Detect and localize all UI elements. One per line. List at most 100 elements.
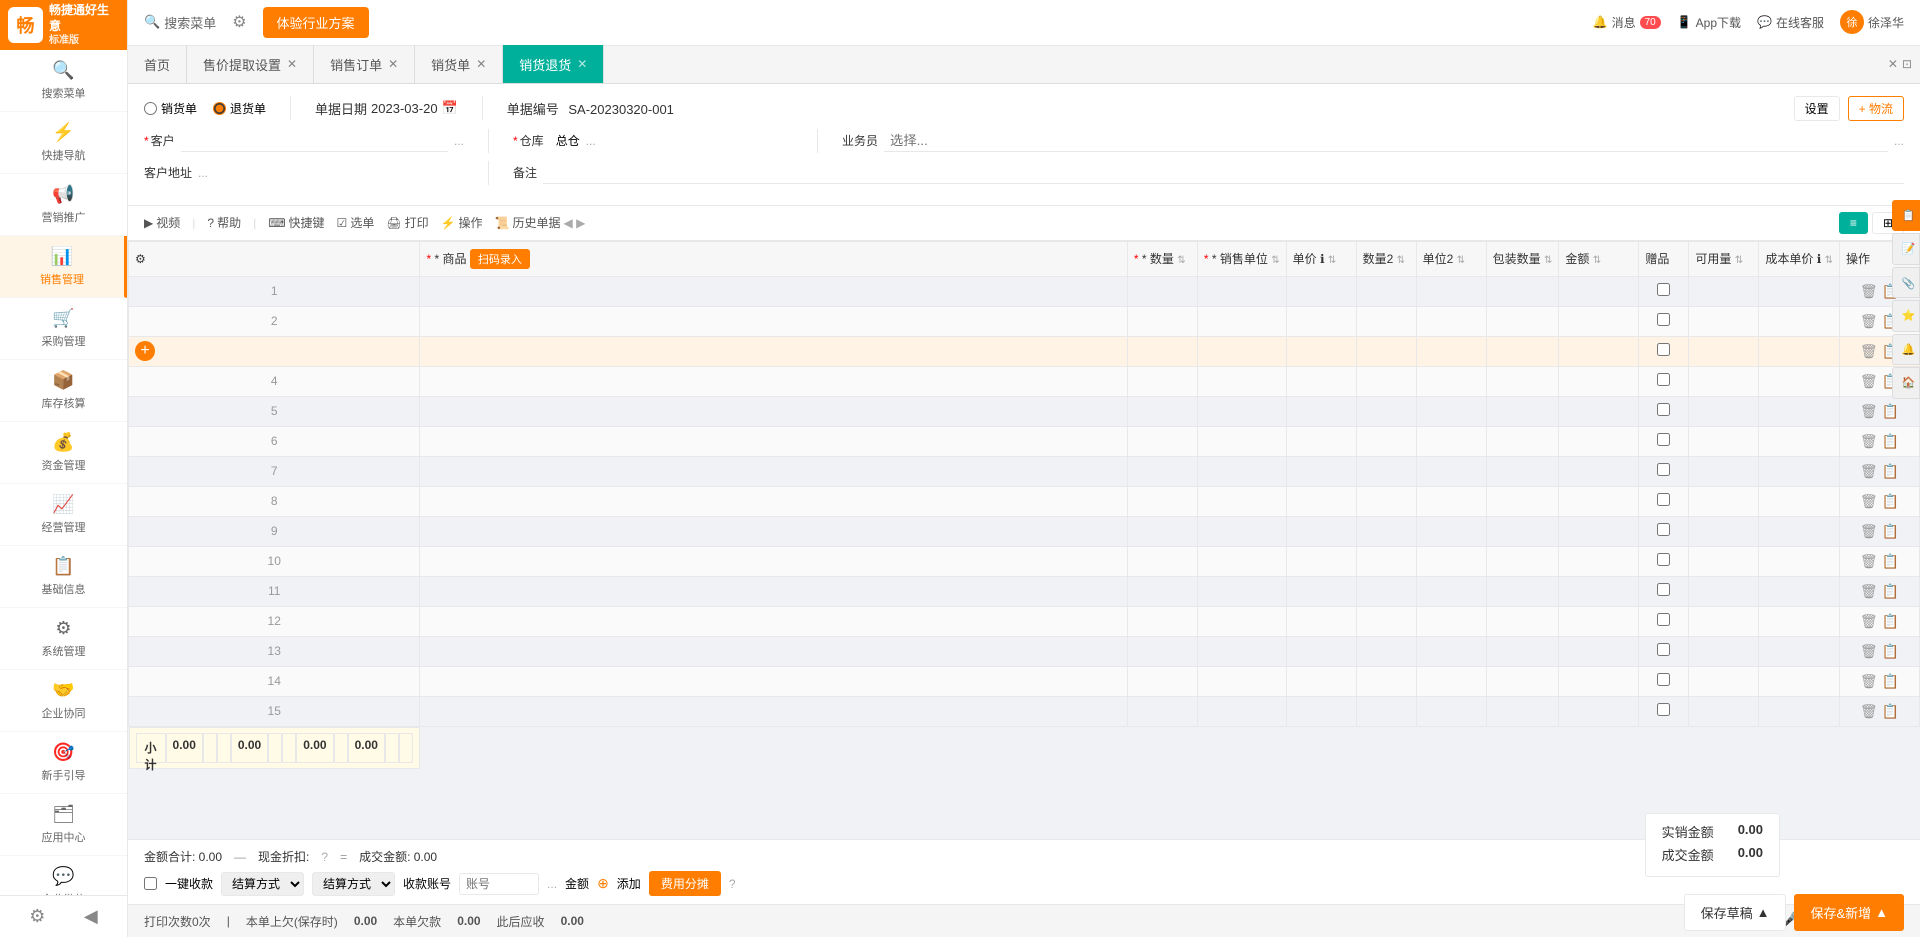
product-cell-12[interactable] [420,606,1127,636]
th-price[interactable]: 单价 ℹ ⇅ [1286,241,1356,276]
sidebar-item-sales[interactable]: 📊 销售管理 [0,236,127,298]
delete-row-btn-2[interactable]: 🗑 [1860,313,1878,330]
qty-cell-3[interactable] [1127,336,1197,366]
sidebar-item-enterprise[interactable]: 🤝 企业协同 [0,670,127,732]
cost-cell-9[interactable] [1759,516,1840,546]
app-download-btn[interactable]: 📱 App下载 [1677,14,1741,31]
qty-cell-1[interactable] [1127,276,1197,306]
side-action-4[interactable]: ⭐ [1892,300,1920,331]
available-cell-6[interactable] [1689,426,1759,456]
product-cell-4[interactable] [420,366,1127,396]
qty2-cell-14[interactable] [1356,666,1416,696]
delete-row-btn-11[interactable]: 🗑 [1860,583,1878,600]
available-cell-14[interactable] [1689,666,1759,696]
price-cell-8[interactable] [1286,486,1356,516]
pack-cell-3[interactable] [1486,336,1559,366]
available-cell-3[interactable] [1689,336,1759,366]
cost-cell-1[interactable] [1759,276,1840,306]
delete-row-btn-10[interactable]: 🗑 [1860,553,1878,570]
price-cell-13[interactable] [1286,636,1356,666]
note-input[interactable] [543,162,1904,184]
shortcut-btn[interactable]: ⌨ 快捷键 [268,214,324,231]
pack-cell-8[interactable] [1486,486,1559,516]
th-cost[interactable]: 成本单价 ℹ ⇅ [1759,241,1840,276]
cost-cell-6[interactable] [1759,426,1840,456]
qty2-cell-15[interactable] [1356,696,1416,726]
qty-cell-14[interactable] [1127,666,1197,696]
available-cell-1[interactable] [1689,276,1759,306]
pack-cell-15[interactable] [1486,696,1559,726]
copy-row-btn-12[interactable]: 📋 [1882,613,1899,630]
unit-cell-15[interactable] [1197,696,1286,726]
unit2-cell-12[interactable] [1416,606,1486,636]
pack-cell-6[interactable] [1486,426,1559,456]
product-cell-7[interactable] [420,456,1127,486]
side-action-6[interactable]: 🏠 [1892,367,1920,398]
amount-cell-9[interactable] [1559,516,1639,546]
unit2-cell-6[interactable] [1416,426,1486,456]
question-icon[interactable]: ? [321,850,328,864]
unit2-cell-10[interactable] [1416,546,1486,576]
qty2-cell-7[interactable] [1356,456,1416,486]
qty2-cell-10[interactable] [1356,546,1416,576]
unit-cell-10[interactable] [1197,546,1286,576]
sidebar-item-system[interactable]: ⚙ 系统管理 [0,608,127,670]
tab-sales-order[interactable]: 销售订单✕ [314,45,415,83]
unit2-cell-15[interactable] [1416,696,1486,726]
save-draft-btn[interactable]: 保存草稿 ▲ [1684,894,1787,931]
th-unit2[interactable]: 单位2 ⇅ [1416,241,1486,276]
unit-cell-4[interactable] [1197,366,1286,396]
product-cell-3[interactable] [420,336,1127,366]
pack-cell-10[interactable] [1486,546,1559,576]
pack-cell-2[interactable] [1486,306,1559,336]
address-dots[interactable]: ... [198,166,208,180]
price-cell-3[interactable] [1286,336,1356,366]
unit-cell-11[interactable] [1197,576,1286,606]
amount-cell-8[interactable] [1559,486,1639,516]
history-btn[interactable]: 📜 历史单据 ◀ ▶ [495,214,586,231]
add-icon[interactable]: ⊕ [597,875,609,892]
copy-row-btn-11[interactable]: 📋 [1882,583,1899,600]
settings-form-btn[interactable]: 设置 [1794,96,1840,121]
delete-row-btn-14[interactable]: 🗑 [1860,673,1878,690]
available-cell-10[interactable] [1689,546,1759,576]
copy-row-btn-6[interactable]: 📋 [1882,433,1899,450]
amount-cell-5[interactable] [1559,396,1639,426]
unit2-cell-11[interactable] [1416,576,1486,606]
amount-cell-14[interactable] [1559,666,1639,696]
th-qty[interactable]: * 数量 ⇅ [1127,241,1197,276]
available-cell-11[interactable] [1689,576,1759,606]
help-btn[interactable]: ? 帮助 [207,214,241,231]
sidebar-item-operations[interactable]: 📈 经营管理 [0,484,127,546]
expand-tab-icon[interactable]: ⊡ [1902,57,1912,71]
gift-checkbox-6[interactable] [1657,433,1670,446]
available-cell-8[interactable] [1689,486,1759,516]
available-cell-13[interactable] [1689,636,1759,666]
copy-row-btn-10[interactable]: 📋 [1882,553,1899,570]
settlement-select[interactable]: 结算方式 [221,872,304,896]
try-btn[interactable]: 体验行业方案 [263,7,369,38]
product-cell-6[interactable] [420,426,1127,456]
product-cell-14[interactable] [420,666,1127,696]
th-available[interactable]: 可用量 ⇅ [1689,241,1759,276]
tab-home[interactable]: 首页 [128,45,187,83]
qty-cell-15[interactable] [1127,696,1197,726]
price-cell-10[interactable] [1286,546,1356,576]
fee-help-icon[interactable]: ? [729,877,736,891]
price-cell-4[interactable] [1286,366,1356,396]
account-dots[interactable]: ... [547,877,557,891]
unit-cell-9[interactable] [1197,516,1286,546]
product-cell-15[interactable] [420,696,1127,726]
unit2-cell-13[interactable] [1416,636,1486,666]
warehouse-dots[interactable]: ... [586,134,596,148]
delete-row-btn-13[interactable]: 🗑 [1860,643,1878,660]
gift-checkbox-14[interactable] [1657,673,1670,686]
qty-cell-2[interactable] [1127,306,1197,336]
gift-checkbox-3[interactable] [1657,343,1670,356]
copy-row-btn-9[interactable]: 📋 [1882,523,1899,540]
qty2-cell-2[interactable] [1356,306,1416,336]
return-type-radio[interactable]: 退货单 [213,100,266,117]
sidebar-item-inventory[interactable]: 📦 库存核算 [0,360,127,422]
price-cell-1[interactable] [1286,276,1356,306]
cost-cell-3[interactable] [1759,336,1840,366]
